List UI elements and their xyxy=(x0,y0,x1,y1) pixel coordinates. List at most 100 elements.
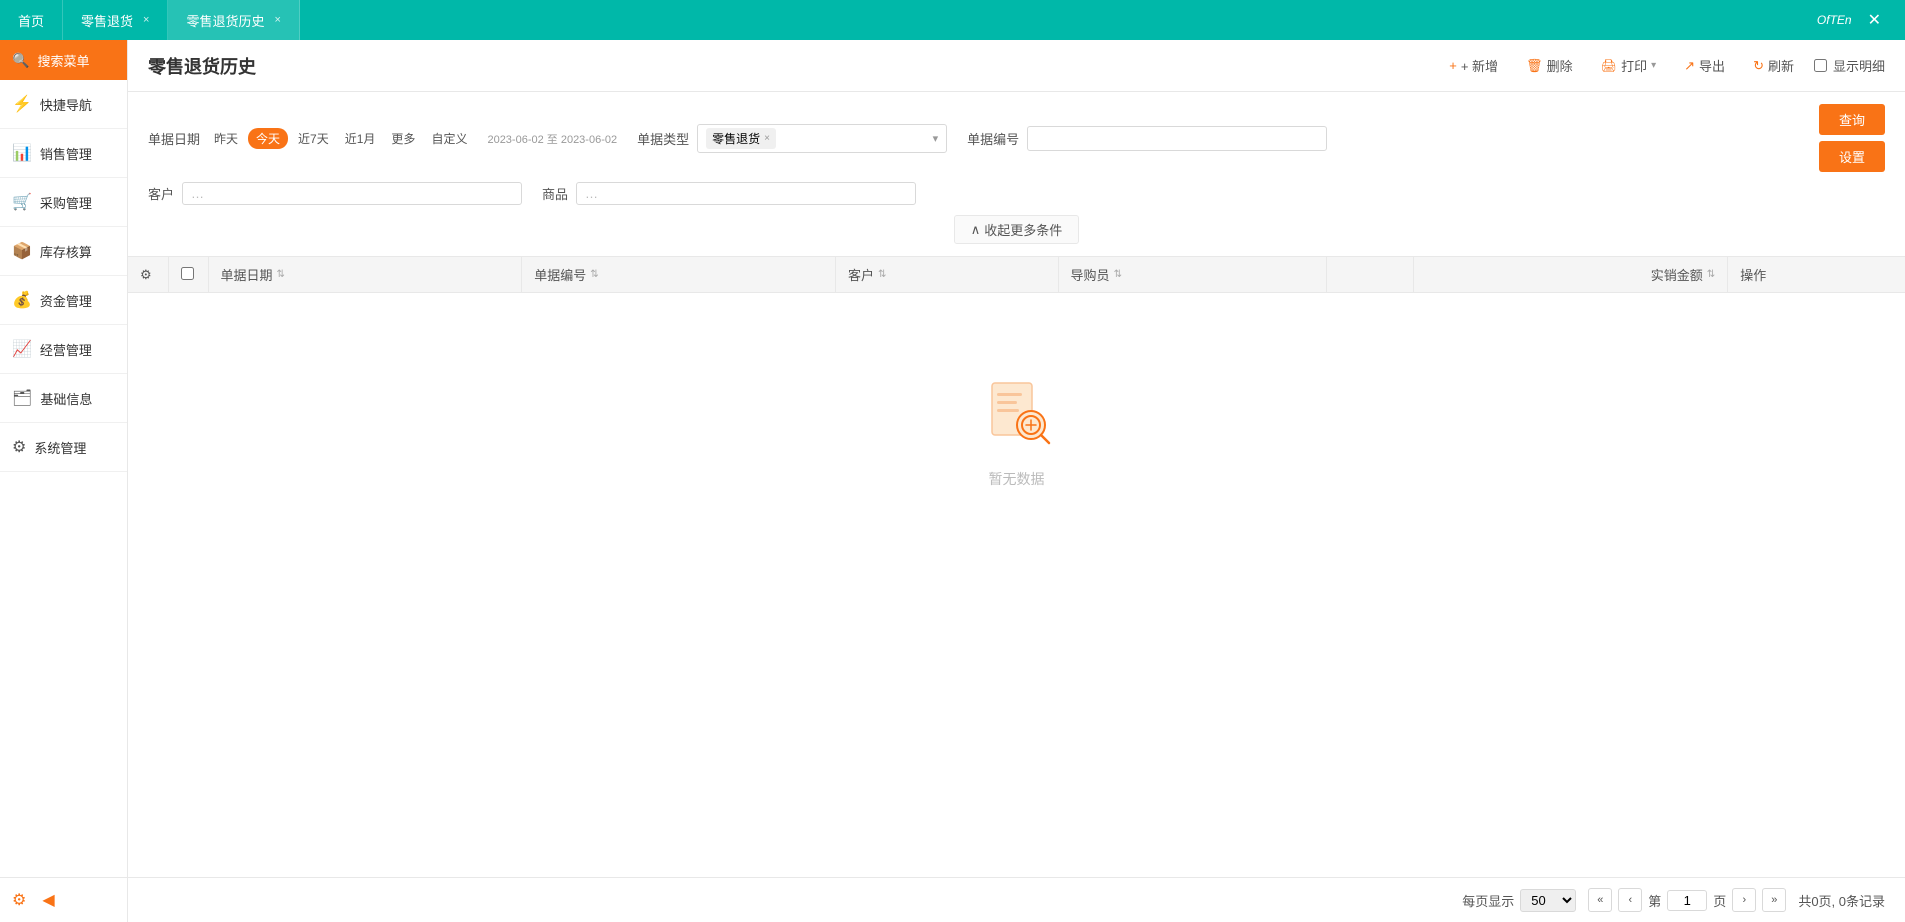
th-checkbox[interactable] xyxy=(168,257,208,293)
type-tag-text: 零售退货 xyxy=(712,130,760,147)
page-nav: « ‹ 第 页 › » xyxy=(1588,888,1786,912)
tab-close-icon[interactable]: × xyxy=(143,14,149,26)
sidebar-item-icon: ⚙ xyxy=(12,437,26,457)
main-layout: 🔍 搜索菜单 ⚡ 快捷导航 📊 销售管理 🛒 采购管理 📦 库存核算 💰 资金管… xyxy=(0,40,1905,922)
last-page-button[interactable]: » xyxy=(1762,888,1786,912)
display-detail-checkbox[interactable] xyxy=(1814,59,1827,72)
top-bar-right: OfTEn ✕ xyxy=(1817,10,1905,30)
date-pill-custom[interactable]: 自定义 xyxy=(425,128,473,149)
type-select-box[interactable]: 零售退货 × ▾ xyxy=(697,124,947,153)
tab-close-icon[interactable]: × xyxy=(274,14,280,26)
sidebar-item-label: 经营管理 xyxy=(40,340,92,359)
sidebar-item-icon: 📊 xyxy=(12,143,32,163)
docnum-filter-label: 单据编号 xyxy=(967,129,1019,148)
delete-button[interactable]: 🗑 删除 xyxy=(1518,52,1581,79)
sidebar-item-快捷导航[interactable]: ⚡ 快捷导航 xyxy=(0,80,127,129)
search-icon: 🔍 xyxy=(12,52,29,69)
type-tag-close[interactable]: × xyxy=(764,133,770,144)
sidebar-item-基础信息[interactable]: 🗂 基础信息 xyxy=(0,374,127,423)
th-customer-sort-icon: ⇅ xyxy=(878,269,886,280)
toggle-icon[interactable]: ◀ xyxy=(42,890,54,910)
often-text: OfTEn xyxy=(1817,13,1852,27)
top-tab-首页[interactable]: 首页 xyxy=(0,0,63,40)
sidebar-search-button[interactable]: 🔍 搜索菜单 xyxy=(0,40,127,80)
date-pill-more[interactable]: 更多 xyxy=(385,128,421,149)
collapse-button[interactable]: ∧ 收起更多条件 xyxy=(954,215,1080,244)
next-page-button[interactable]: › xyxy=(1732,888,1756,912)
sidebar-item-库存核算[interactable]: 📦 库存核算 xyxy=(0,227,127,276)
th-customer-label: 客户 xyxy=(848,265,874,284)
customer-select-box[interactable]: … xyxy=(182,182,522,205)
print-button[interactable]: 🖨 打印 ▾ xyxy=(1593,52,1665,79)
th-spacer xyxy=(1326,257,1414,293)
date-pill-7days[interactable]: 近7天 xyxy=(292,128,335,149)
sidebar-item-经营管理[interactable]: 📈 经营管理 xyxy=(0,325,127,374)
tab-label: 零售退货 xyxy=(81,11,133,30)
th-guide-sort-icon: ⇅ xyxy=(1114,269,1122,280)
sidebar-item-资金管理[interactable]: 💰 资金管理 xyxy=(0,276,127,325)
top-tab-零售退货历史[interactable]: 零售退货历史× xyxy=(168,0,299,40)
th-date-label: 单据日期 xyxy=(221,265,273,284)
date-range-text: 2023-06-02 至 2023-06-02 xyxy=(487,131,617,147)
th-settings[interactable]: ⚙ xyxy=(128,257,168,293)
pagination-bar: 每页显示 20 50 100 « ‹ 第 页 › » 共0页, 0条记录 xyxy=(128,877,1905,922)
window-close-button[interactable]: ✕ xyxy=(1860,10,1889,30)
tab-label: 首页 xyxy=(18,11,44,30)
select-all-checkbox[interactable] xyxy=(181,267,194,280)
customer-placeholder: … xyxy=(191,186,204,201)
sidebar-item-系统管理[interactable]: ⚙ 系统管理 xyxy=(0,423,127,472)
date-pill-1month[interactable]: 近1月 xyxy=(339,128,382,149)
filter-right-buttons: 查询 设置 xyxy=(1819,104,1885,172)
table-header-row: ⚙ 单据日期 ⇅ 单据编号 xyxy=(128,257,1905,293)
th-amount-label: 实销金额 xyxy=(1651,265,1703,284)
th-docnum[interactable]: 单据编号 ⇅ xyxy=(522,257,836,293)
display-detail-group: 显示明细 xyxy=(1814,56,1885,75)
page-number-input[interactable] xyxy=(1667,890,1707,911)
query-button[interactable]: 查询 xyxy=(1819,104,1885,135)
sidebar-item-icon: 🛒 xyxy=(12,192,32,212)
th-customer[interactable]: 客户 ⇅ xyxy=(836,257,1059,293)
sidebar-item-label: 资金管理 xyxy=(40,291,92,310)
date-pills: 昨天 今天 近7天 近1月 更多 自定义 xyxy=(208,128,473,149)
export-button[interactable]: ↗ 导出 xyxy=(1676,52,1733,79)
prev-page-button[interactable]: ‹ xyxy=(1618,888,1642,912)
sidebar-item-采购管理[interactable]: 🛒 采购管理 xyxy=(0,178,127,227)
page-go-label2: 页 xyxy=(1713,891,1726,910)
new-button[interactable]: + + 新增 xyxy=(1441,52,1506,79)
goods-filter-group: 商品 … xyxy=(542,182,916,205)
settings-icon[interactable]: ⚙ xyxy=(12,890,26,910)
th-actions-label: 操作 xyxy=(1740,268,1766,283)
date-pill-yesterday[interactable]: 昨天 xyxy=(208,128,244,149)
print-label: 打印 xyxy=(1621,56,1647,75)
date-pill-today[interactable]: 今天 xyxy=(248,128,288,149)
empty-state-icon xyxy=(977,373,1057,453)
top-tab-零售退货[interactable]: 零售退货 × xyxy=(63,0,168,40)
th-date[interactable]: 单据日期 ⇅ xyxy=(208,257,522,293)
sidebar-item-销售管理[interactable]: 📊 销售管理 xyxy=(0,129,127,178)
set-button[interactable]: 设置 xyxy=(1819,141,1885,172)
sidebar-menu: ⚡ 快捷导航 📊 销售管理 🛒 采购管理 📦 库存核算 💰 资金管理 📈 经营管… xyxy=(0,80,127,877)
first-page-button[interactable]: « xyxy=(1588,888,1612,912)
date-filter-label: 单据日期 xyxy=(148,129,200,148)
date-filter-group: 单据日期 昨天 今天 近7天 近1月 更多 自定义 2023-06-02 至 2… xyxy=(148,128,617,149)
page-size-select[interactable]: 20 50 100 xyxy=(1520,889,1576,912)
th-guide[interactable]: 导购员 ⇅ xyxy=(1058,257,1326,293)
th-docnum-label: 单据编号 xyxy=(534,265,586,284)
th-amount[interactable]: 实销金额 ⇅ xyxy=(1414,257,1728,293)
filter-row-2: 客户 … 商品 … xyxy=(148,182,1885,205)
empty-state: 暂无数据 xyxy=(128,293,1905,569)
print-icon: 🖨 xyxy=(1601,58,1618,74)
data-table: ⚙ 单据日期 ⇅ 单据编号 xyxy=(128,257,1905,293)
sidebar-item-label: 库存核算 xyxy=(40,242,92,261)
page-title: 零售退货历史 xyxy=(148,53,256,79)
page-header: 零售退货历史 + + 新增 🗑 删除 🖨 打印 ▾ ↗ 导出 xyxy=(128,40,1905,92)
delete-label: 删除 xyxy=(1547,56,1573,75)
docnum-input[interactable] xyxy=(1027,126,1327,151)
type-filter-group: 单据类型 零售退货 × ▾ xyxy=(637,124,947,153)
type-tag: 零售退货 × xyxy=(706,128,776,149)
sidebar-item-label: 快捷导航 xyxy=(40,95,92,114)
export-label: 导出 xyxy=(1699,56,1725,75)
refresh-button[interactable]: ↻ 刷新 xyxy=(1745,52,1802,79)
goods-select-box[interactable]: … xyxy=(576,182,916,205)
delete-icon: 🗑 xyxy=(1526,58,1543,74)
